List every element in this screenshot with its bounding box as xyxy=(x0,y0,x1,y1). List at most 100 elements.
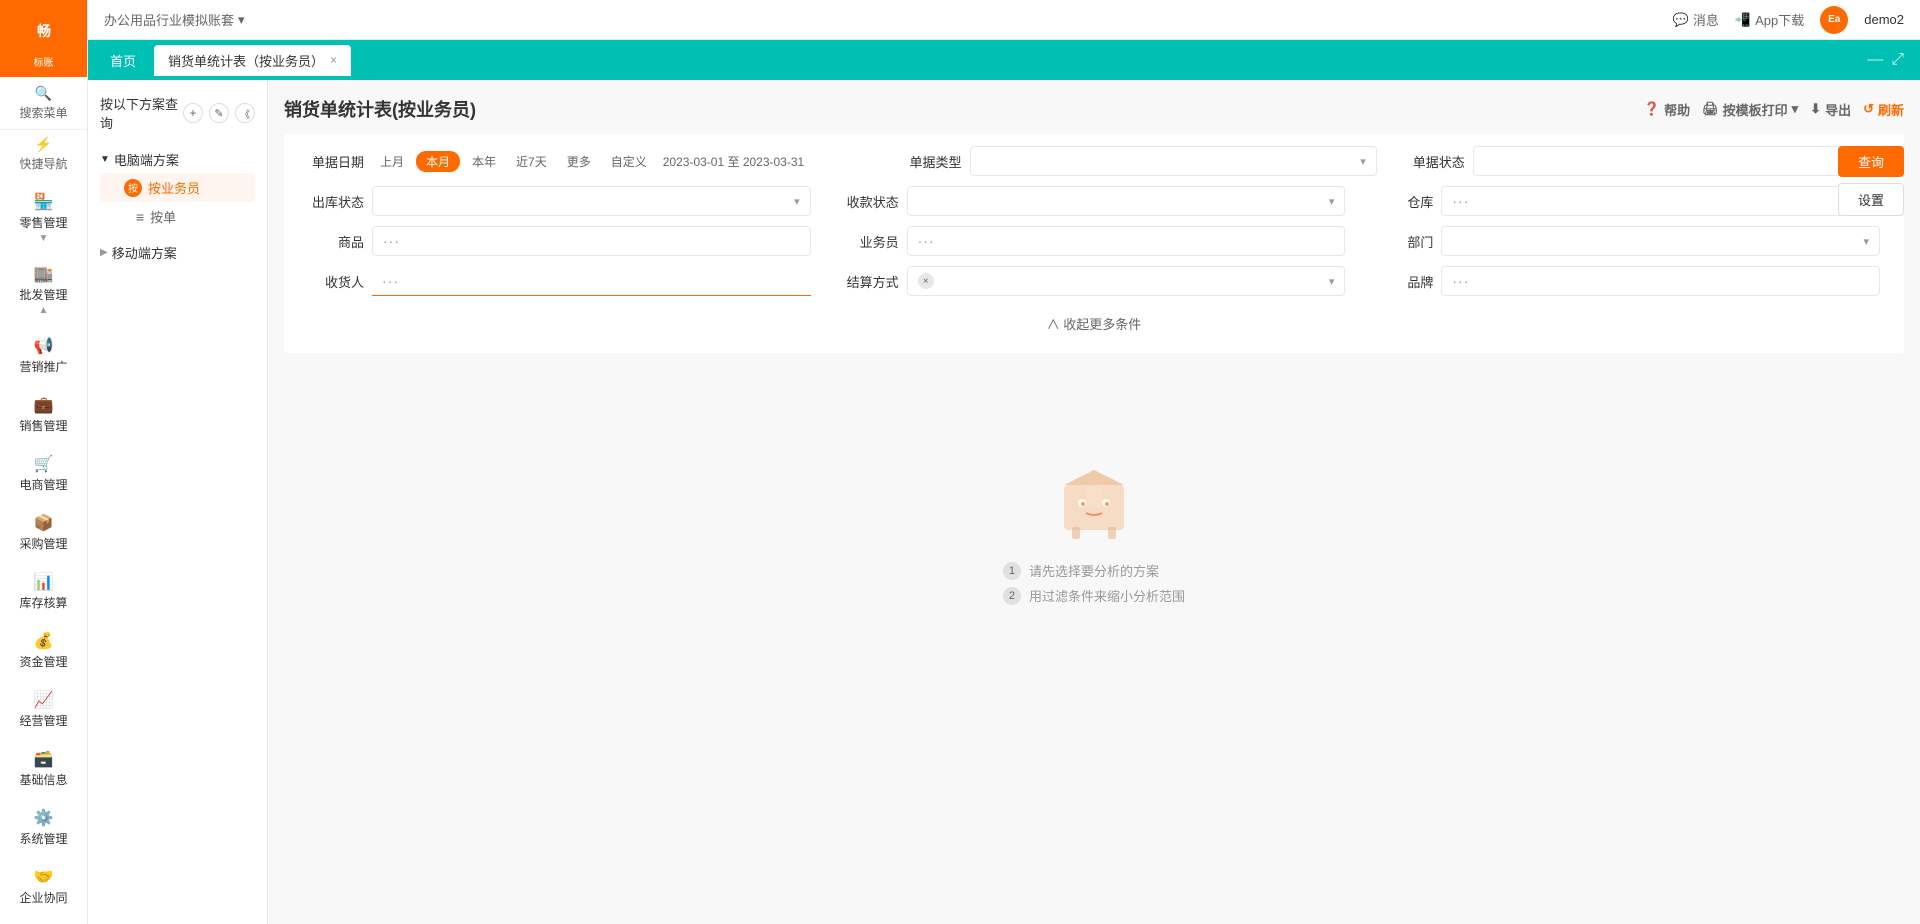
sidebar-item-enterprise[interactable]: 🤝 企业协同 xyxy=(0,857,87,916)
date-tab-more[interactable]: 更多 xyxy=(559,151,599,172)
filter-cell-goods: 商品 ··· xyxy=(300,226,819,256)
template-print-btn[interactable]: 🖨 按模板打印 ▾ xyxy=(1702,100,1798,119)
edit-scheme-btn[interactable]: ✎ xyxy=(209,103,229,123)
logo-icon: 畅 xyxy=(22,8,66,52)
tip-num-1: 1 xyxy=(1003,562,1021,580)
sidebar-item-marketing[interactable]: 📢 营销推广 xyxy=(0,326,87,385)
payment-label: 收款状态 xyxy=(843,192,899,211)
finance-icon: 💰 xyxy=(34,631,54,651)
help-btn[interactable]: ❓ 帮助 xyxy=(1644,100,1690,119)
salesman-dots: ··· xyxy=(918,233,935,249)
purchase-icon: 📦 xyxy=(34,513,54,533)
system-icon: ⚙️ xyxy=(34,808,54,828)
sidebar-item-wholesale[interactable]: 🏬 批发管理 ▲ xyxy=(0,254,87,326)
tree-item-order[interactable]: ≡ 按单 xyxy=(100,202,255,231)
user-name[interactable]: demo2 xyxy=(1864,12,1904,27)
date-range-display: 2023-03-01 至 2023-03-31 xyxy=(663,153,804,170)
receiver-input[interactable]: ··· xyxy=(372,266,811,296)
sidebar-item-operations[interactable]: 📈 经营管理 xyxy=(0,680,87,739)
warehouse-dots: ··· xyxy=(1452,193,1469,209)
tree-group-mobile: ▶ 移动端方案 xyxy=(88,235,267,270)
filter-cell-brand: 品牌 ··· xyxy=(1369,266,1888,296)
tree-section: ▼ 电脑端方案 按 按业务员 ≡ 按单 ▶ 移动端方案 xyxy=(88,138,267,274)
filter-row-1: 单据日期 上月 本月 本年 近7天 更多 自定义 2023-03-01 至 20… xyxy=(300,146,1888,176)
sidebar-item-inventory[interactable]: 📊 库存核算 xyxy=(0,562,87,621)
outstatus-select[interactable]: ▾ xyxy=(372,186,811,216)
goods-dots: ··· xyxy=(383,233,400,249)
date-tab-thismonth[interactable]: 本月 xyxy=(416,151,460,172)
tab-bar: 首页 销货单统计表（按业务员） × — ⤢ xyxy=(88,40,1920,80)
sidebar-item-sales[interactable]: 💼 销售管理 xyxy=(0,385,87,444)
tree-group-desktop-header[interactable]: ▼ 电脑端方案 xyxy=(100,146,255,173)
date-tab-7days[interactable]: 近7天 xyxy=(508,151,555,172)
receiver-label: 收货人 xyxy=(308,272,364,291)
collapse-panel-btn[interactable]: 《 xyxy=(235,103,255,123)
message-btn[interactable]: 💬 消息 xyxy=(1673,10,1719,29)
sidebar-quick-nav[interactable]: ⚡ 快捷导航 xyxy=(0,130,87,178)
message-icon: 💬 xyxy=(1673,12,1689,28)
tree-item-salesman[interactable]: 按 按业务员 xyxy=(100,173,255,202)
settlement-select[interactable]: × ▾ xyxy=(907,266,1346,296)
sidebar-item-finance[interactable]: 💰 资金管理 xyxy=(0,621,87,680)
right-panel: 销货单统计表(按业务员) ❓ 帮助 🖨 按模板打印 ▾ ⬇ 导出 xyxy=(268,80,1920,924)
tab-minimize-btn[interactable]: — xyxy=(1867,51,1883,69)
settlement-clear-btn[interactable]: × xyxy=(918,273,934,289)
sales-icon: 💼 xyxy=(34,395,54,415)
payment-arrow: ▾ xyxy=(1329,195,1335,208)
tree-group-desktop-label: 电脑端方案 xyxy=(114,150,179,169)
sidebar-search[interactable]: 🔍 搜索菜单 xyxy=(0,77,87,130)
left-panel-title: 按以下方案查询 xyxy=(100,94,183,132)
filter-cell-salesman: 业务员 ··· xyxy=(835,226,1354,256)
dept-label: 部门 xyxy=(1377,232,1433,251)
filter-row-2: 出库状态 ▾ 收款状态 ▾ xyxy=(300,186,1888,216)
tab-sales-stats[interactable]: 销货单统计表（按业务员） × xyxy=(154,45,351,76)
filter-cell-billtype: 单据类型 ▾ xyxy=(898,146,1385,176)
sidebar-item-purchase[interactable]: 📦 采购管理 xyxy=(0,503,87,562)
sidebar-item-newuser[interactable]: 🆕 新手引导 xyxy=(0,916,87,924)
sidebar-logo[interactable]: 畅 标账 xyxy=(0,0,87,77)
date-tab-custom[interactable]: 自定义 xyxy=(603,151,655,172)
content-area: 按以下方案查询 + ✎ 《 ▼ 电脑端方案 xyxy=(88,80,1920,924)
active-tab-label: 销货单统计表（按业务员） xyxy=(168,51,324,70)
brand-select[interactable]: ··· xyxy=(1441,266,1880,296)
goods-select[interactable]: ··· xyxy=(372,226,811,256)
date-tab-thisyear[interactable]: 本年 xyxy=(464,151,504,172)
warehouse-select[interactable]: ··· xyxy=(1441,186,1880,216)
export-btn[interactable]: ⬇ 导出 xyxy=(1810,100,1851,119)
sidebar-item-basic[interactable]: 🗃️ 基础信息 xyxy=(0,739,87,798)
collapse-conditions-btn[interactable]: ∧ 收起更多条件 xyxy=(1047,317,1142,332)
tab-expand-btn[interactable]: ⤢ xyxy=(1891,51,1904,69)
help-icon: ❓ xyxy=(1644,101,1660,117)
account-selector[interactable]: 办公用品行业模拟账套 ▾ xyxy=(104,10,245,29)
settings-btn[interactable]: 设置 xyxy=(1838,183,1904,216)
sidebar-item-system[interactable]: ⚙️ 系统管理 xyxy=(0,798,87,857)
refresh-btn[interactable]: ↺ 刷新 xyxy=(1863,100,1904,119)
tree-arrow-desktop: ▼ xyxy=(100,154,110,165)
tab-close-btn[interactable]: × xyxy=(330,53,337,67)
app-download-btn[interactable]: 📲 App下载 xyxy=(1735,10,1804,29)
payment-select[interactable]: ▾ xyxy=(907,186,1346,216)
outstatus-arrow: ▾ xyxy=(794,195,800,208)
account-name: 办公用品行业模拟账套 xyxy=(104,10,234,29)
query-btn[interactable]: 查询 xyxy=(1838,146,1904,177)
dept-select[interactable]: ▾ xyxy=(1441,226,1880,256)
empty-state: 1 请先选择要分析的方案 2 用过滤条件来缩小分析范围 xyxy=(284,365,1904,685)
sidebar-item-retail[interactable]: 🏪 零售管理 ▼ xyxy=(0,182,87,254)
salesman-select[interactable]: ··· xyxy=(907,226,1346,256)
filter-cell-receiver: 收货人 ··· xyxy=(300,266,819,296)
billstatus-select[interactable]: ▾ xyxy=(1473,146,1880,176)
add-scheme-btn[interactable]: + xyxy=(183,103,203,123)
salesman-label: 业务员 xyxy=(843,232,899,251)
billtype-select[interactable]: ▾ xyxy=(970,146,1377,176)
tree-item-dot: 按 xyxy=(124,179,142,197)
refresh-icon: ↺ xyxy=(1863,101,1874,117)
tree-item-order-label: 按单 xyxy=(150,207,176,226)
sidebar-item-ecommerce[interactable]: 🛒 电商管理 xyxy=(0,444,87,503)
tab-home[interactable]: 首页 xyxy=(96,45,150,76)
basic-icon: 🗃️ xyxy=(34,749,54,769)
user-avatar[interactable]: Ea xyxy=(1820,6,1848,34)
date-tab-lastmonth[interactable]: 上月 xyxy=(372,151,412,172)
empty-tip-1-text: 请先选择要分析的方案 xyxy=(1029,561,1159,580)
warehouse-label: 仓库 xyxy=(1377,192,1433,211)
tree-group-mobile-header[interactable]: ▶ 移动端方案 xyxy=(100,239,255,266)
